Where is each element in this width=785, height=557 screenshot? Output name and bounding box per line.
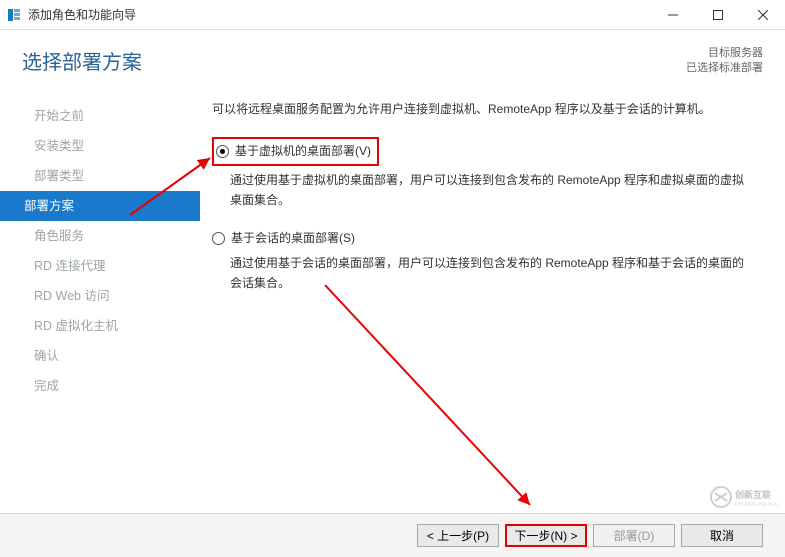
body-row: 开始之前 安装类型 部署类型 部署方案 角色服务 RD 连接代理 RD Web … xyxy=(0,83,785,513)
radio-label: 基于会话的桌面部署(S) xyxy=(231,228,355,248)
window-titlebar: 添加角色和功能向导 xyxy=(0,0,785,30)
sidebar-item-rd-web-access[interactable]: RD Web 访问 xyxy=(0,281,200,311)
target-label: 目标服务器 xyxy=(686,46,763,61)
radio-option-session[interactable]: 基于会话的桌面部署(S) xyxy=(212,228,755,248)
window-body: 选择部署方案 目标服务器 已选择标准部署 开始之前 安装类型 部署类型 部署方案… xyxy=(0,30,785,557)
sidebar-item-rd-conn-broker[interactable]: RD 连接代理 xyxy=(0,251,200,281)
sidebar-item-label: RD 虚拟化主机 xyxy=(34,319,118,333)
wizard-content: 可以将远程桌面服务配置为允许用户连接到虚拟机、RemoteApp 程序以及基于会… xyxy=(200,95,785,513)
target-info: 目标服务器 已选择标准部署 xyxy=(686,46,763,77)
page-header: 选择部署方案 目标服务器 已选择标准部署 xyxy=(0,30,785,83)
target-sub: 已选择标准部署 xyxy=(686,61,763,76)
radio-label: 基于虚拟机的桌面部署(V) xyxy=(235,141,371,161)
sidebar-item-label: 部署方案 xyxy=(24,199,74,213)
sidebar-item-deploy-type[interactable]: 部署类型 xyxy=(0,161,200,191)
sidebar-item-complete[interactable]: 完成 xyxy=(0,371,200,401)
radio-option-vm-desc: 通过使用基于虚拟机的桌面部署，用户可以连接到包含发布的 RemoteApp 程序… xyxy=(230,170,755,211)
next-button[interactable]: 下一步(N) > xyxy=(505,524,587,547)
radio-option-vm[interactable]: 基于虚拟机的桌面部署(V) xyxy=(212,137,379,165)
svg-text:CHUANG XIN HULIAN: CHUANG XIN HULIAN xyxy=(735,502,779,508)
sidebar-item-before-you-begin[interactable]: 开始之前 xyxy=(0,101,200,131)
sidebar-item-label: 完成 xyxy=(34,379,59,393)
content-intro: 可以将远程桌面服务配置为允许用户连接到虚拟机、RemoteApp 程序以及基于会… xyxy=(212,99,755,119)
minimize-button[interactable] xyxy=(650,0,695,30)
window-controls xyxy=(650,0,785,30)
window-title: 添加角色和功能向导 xyxy=(28,6,650,23)
wizard-footer: < 上一步(P) 下一步(N) > 部署(D) 取消 xyxy=(0,513,785,557)
sidebar-item-label: 安装类型 xyxy=(34,139,84,153)
sidebar-item-label: 角色服务 xyxy=(34,229,84,243)
radio-icon xyxy=(216,145,229,158)
sidebar-item-label: 部署类型 xyxy=(34,169,84,183)
radio-icon xyxy=(212,232,225,245)
sidebar-item-label: RD 连接代理 xyxy=(34,259,106,273)
sidebar-item-confirm[interactable]: 确认 xyxy=(0,341,200,371)
sidebar-item-install-type[interactable]: 安装类型 xyxy=(0,131,200,161)
radio-option-session-desc: 通过使用基于会话的桌面部署，用户可以连接到包含发布的 RemoteApp 程序和… xyxy=(230,253,755,294)
prev-button[interactable]: < 上一步(P) xyxy=(417,524,499,547)
sidebar-item-label: 开始之前 xyxy=(34,109,84,123)
close-button[interactable] xyxy=(740,0,785,30)
sidebar-item-label: RD Web 访问 xyxy=(34,289,109,303)
page-title: 选择部署方案 xyxy=(22,46,686,75)
sidebar-item-deploy-plan[interactable]: 部署方案 xyxy=(0,191,200,221)
sidebar-item-role-services[interactable]: 角色服务 xyxy=(0,221,200,251)
sidebar-item-label: 确认 xyxy=(34,349,59,363)
sidebar-item-rd-virt-host[interactable]: RD 虚拟化主机 xyxy=(0,311,200,341)
svg-text:创新互联: 创新互联 xyxy=(734,489,772,500)
watermark: 创新互联 CHUANG XIN HULIAN xyxy=(709,484,779,513)
maximize-button[interactable] xyxy=(695,0,740,30)
deploy-button[interactable]: 部署(D) xyxy=(593,524,675,547)
wizard-sidebar: 开始之前 安装类型 部署类型 部署方案 角色服务 RD 连接代理 RD Web … xyxy=(0,95,200,513)
cancel-button[interactable]: 取消 xyxy=(681,524,763,547)
app-icon xyxy=(6,7,22,23)
